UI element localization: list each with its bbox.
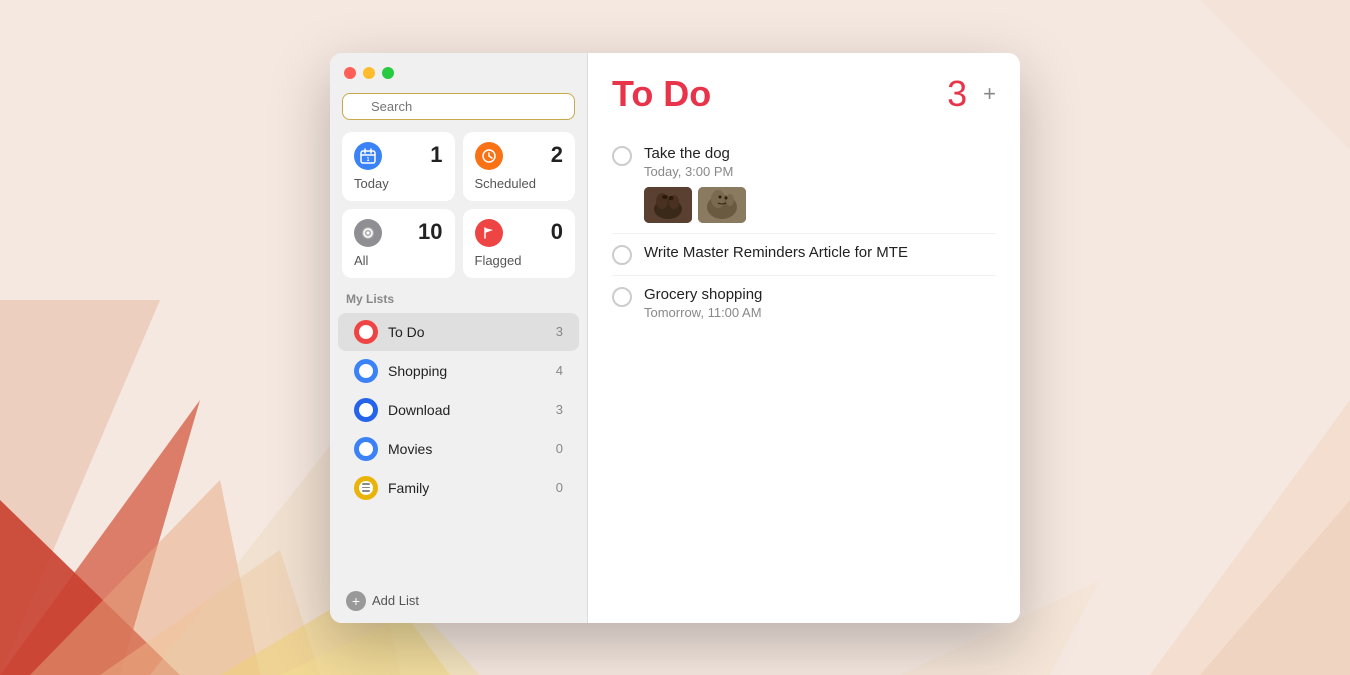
my-lists-heading: My Lists	[330, 292, 587, 312]
smart-card-today[interactable]: 1 1 Today	[342, 132, 455, 201]
list-name-movies: Movies	[388, 441, 556, 457]
inbox-icon	[354, 219, 382, 247]
list-name-todo: To Do	[388, 324, 556, 340]
task-item-write-article: Write Master Reminders Article for MTE	[612, 234, 996, 276]
list-count-shopping: 4	[556, 363, 563, 378]
maximize-button[interactable]	[382, 67, 394, 79]
task-title-1: Take the dog	[644, 145, 996, 162]
main-header: To Do 3 +	[612, 73, 996, 115]
list-count-download: 3	[556, 402, 563, 417]
list-bullet-todo	[354, 320, 378, 344]
task-images-1	[644, 187, 996, 223]
task-title-2: Write Master Reminders Article for MTE	[644, 244, 996, 261]
scheduled-label: Scheduled	[475, 176, 564, 191]
smart-card-scheduled[interactable]: 2 Scheduled	[463, 132, 576, 201]
search-input[interactable]	[342, 93, 575, 120]
list-item-shopping[interactable]: Shopping 4	[338, 352, 579, 390]
search-bar: 🔍	[342, 93, 575, 120]
list-item-todo[interactable]: To Do 3	[338, 313, 579, 351]
main-task-count: 3	[947, 73, 967, 115]
list-count-todo: 3	[556, 324, 563, 339]
scheduled-count: 2	[551, 142, 563, 168]
add-list-label: Add List	[372, 593, 419, 608]
minimize-button[interactable]	[363, 67, 375, 79]
list-item-movies[interactable]: Movies 0	[338, 430, 579, 468]
task-item-grocery: Grocery shopping Tomorrow, 11:00 AM	[612, 276, 996, 338]
task-checkbox-2[interactable]	[612, 245, 632, 265]
main-title: To Do	[612, 73, 711, 115]
list-item-family[interactable]: Family 0	[338, 469, 579, 507]
close-button[interactable]	[344, 67, 356, 79]
list-bullet-family	[354, 476, 378, 500]
task-subtitle-1: Today, 3:00 PM	[644, 164, 996, 179]
smart-groups-grid: 1 1 Today 2	[342, 132, 575, 278]
my-lists-section: My Lists To Do 3	[330, 292, 587, 579]
flagged-count: 0	[551, 219, 563, 245]
main-content: To Do 3 + Take the dog Today, 3:00 PM	[588, 53, 1020, 623]
add-list-button[interactable]: + Add List	[330, 579, 587, 623]
sidebar: 🔍 1 1	[330, 53, 588, 623]
list-count-family: 0	[556, 480, 563, 495]
task-item-take-dog: Take the dog Today, 3:00 PM	[612, 135, 996, 234]
list-name-family: Family	[388, 480, 556, 496]
titlebar	[330, 53, 587, 93]
task-image-dog1	[644, 187, 692, 223]
today-label: Today	[354, 176, 443, 191]
add-icon: +	[346, 591, 366, 611]
task-checkbox-1[interactable]	[612, 146, 632, 166]
task-title-3: Grocery shopping	[644, 286, 996, 303]
svg-text:1: 1	[367, 157, 370, 163]
app-window: 🔍 1 1	[330, 53, 1020, 623]
list-bullet-movies	[354, 437, 378, 461]
list-count-movies: 0	[556, 441, 563, 456]
list-name-download: Download	[388, 402, 556, 418]
task-checkbox-3[interactable]	[612, 287, 632, 307]
add-task-button[interactable]: +	[983, 83, 996, 105]
task-subtitle-3: Tomorrow, 11:00 AM	[644, 305, 996, 320]
task-body-2: Write Master Reminders Article for MTE	[644, 244, 996, 263]
calendar-icon: 1	[354, 142, 382, 170]
task-image-dog2	[698, 187, 746, 223]
smart-card-all[interactable]: 10 All	[342, 209, 455, 278]
smart-card-flagged[interactable]: 0 Flagged	[463, 209, 576, 278]
list-bullet-shopping	[354, 359, 378, 383]
clock-icon	[475, 142, 503, 170]
all-label: All	[354, 253, 443, 268]
task-body-1: Take the dog Today, 3:00 PM	[644, 145, 996, 223]
search-wrapper: 🔍	[342, 93, 575, 120]
flagged-label: Flagged	[475, 253, 564, 268]
task-list: Take the dog Today, 3:00 PM	[612, 135, 996, 603]
list-name-shopping: Shopping	[388, 363, 556, 379]
today-count: 1	[430, 142, 442, 168]
task-body-3: Grocery shopping Tomorrow, 11:00 AM	[644, 286, 996, 328]
list-item-download[interactable]: Download 3	[338, 391, 579, 429]
flag-icon	[475, 219, 503, 247]
all-count: 10	[418, 219, 442, 245]
list-bullet-download	[354, 398, 378, 422]
